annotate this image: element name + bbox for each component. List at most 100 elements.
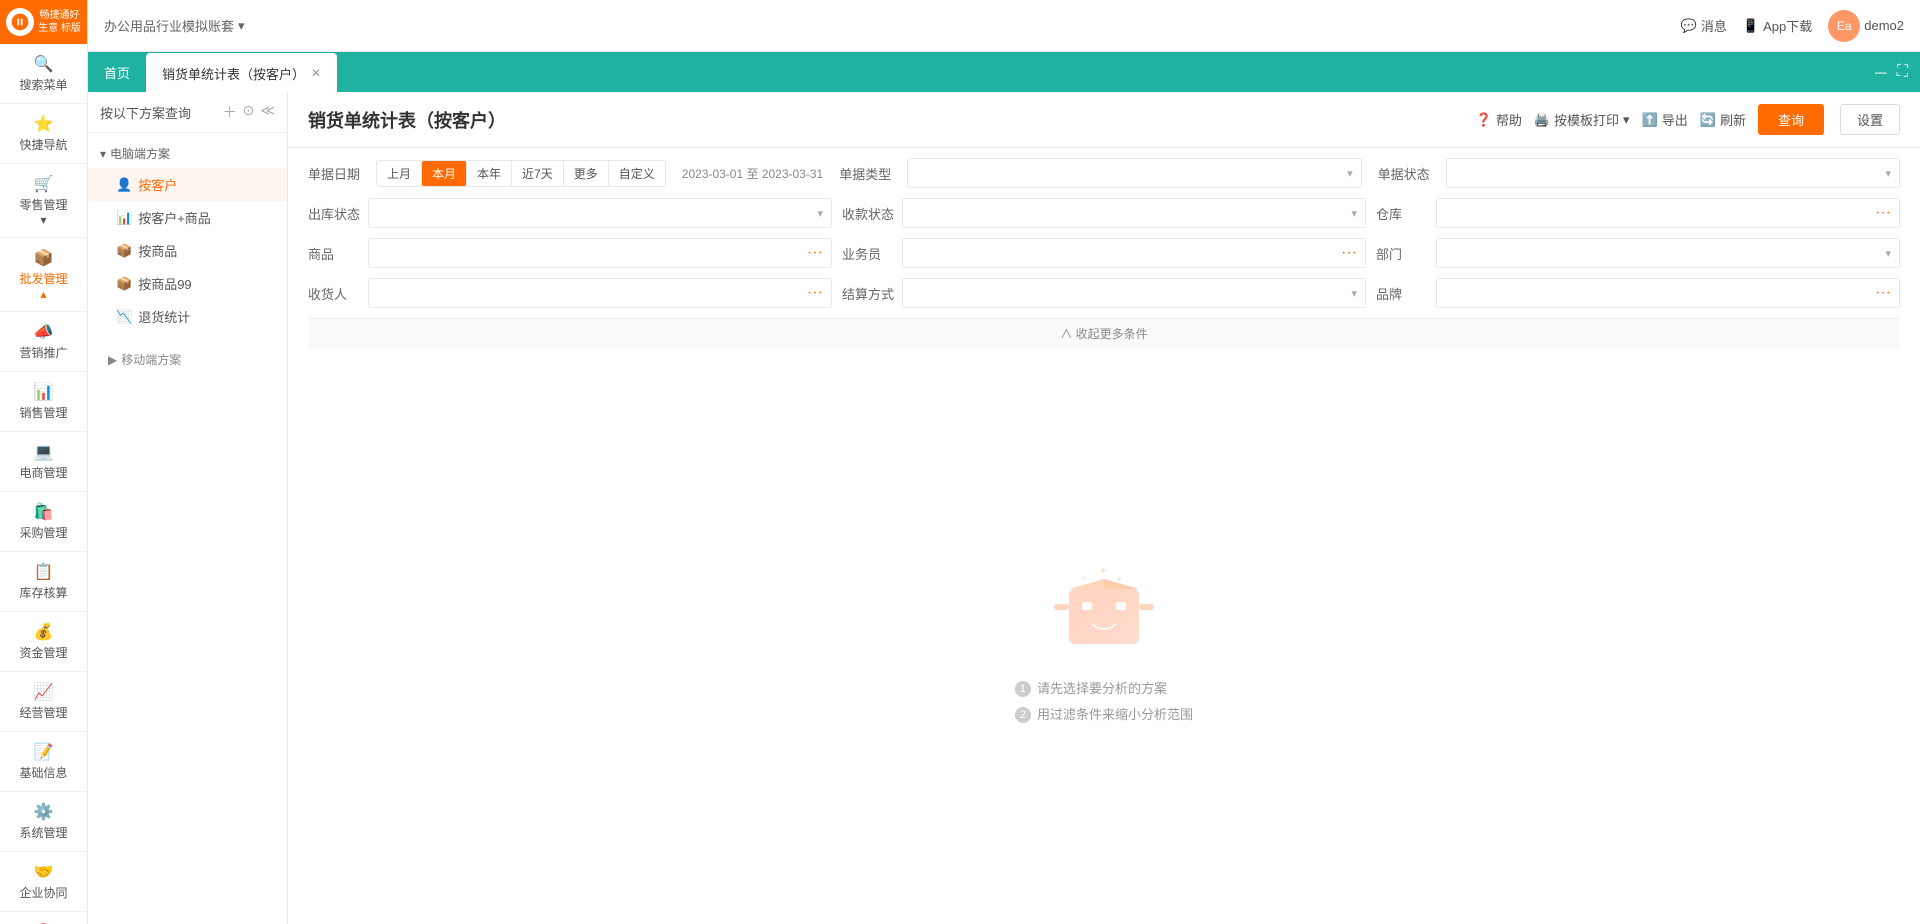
refresh-btn[interactable]: 🔄 刷新 [1700, 110, 1746, 129]
account-selector[interactable]: 办公用品行业模拟账套 ▾ [104, 16, 245, 35]
template-print-btn[interactable]: 🖨️ 按模板打印 ▾ [1534, 110, 1630, 129]
help-btn[interactable]: ❓ 帮助 [1476, 110, 1522, 129]
product-dots-icon: ··· [807, 244, 823, 262]
sidebar-item-sales[interactable]: 📊 销售管理 [0, 372, 87, 432]
sidebar-item-purchase[interactable]: 🛍️ 采购管理 [0, 492, 87, 552]
brand-filter[interactable]: ··· [1436, 278, 1900, 308]
salesman-dots-icon: ··· [1341, 244, 1357, 262]
content-area: 按以下方案查询 ＋ ⊙ ≪ ▾ 电脑端方案 👤 按客户 📊 [88, 92, 1920, 924]
collect-status-label: 收款状态 [842, 204, 902, 223]
sidebar-item-system[interactable]: ⚙️ 系统管理 [0, 792, 87, 852]
user-profile[interactable]: Ea demo2 [1828, 10, 1904, 42]
out-status-label: 出库状态 [308, 204, 368, 223]
sidebar-item-ops[interactable]: 📈 经营管理 [0, 672, 87, 732]
department-filter[interactable]: ▾ [1436, 238, 1900, 268]
out-status-filter[interactable]: ▾ [368, 198, 832, 228]
sidebar-item-guide[interactable]: 🎯 新手引导 [0, 912, 87, 924]
out-status-dropdown-icon: ▾ [817, 207, 823, 220]
right-panel: 销货单统计表（按客户） ❓ 帮助 🖨️ 按模板打印 ▾ ⬆️ [288, 92, 1920, 924]
tip-item-1: 1 请先选择要分析的方案 [1015, 676, 1193, 702]
sidebar-item-basic[interactable]: 📝 基础信息 [0, 732, 87, 792]
svg-text:✦: ✦ [1082, 575, 1087, 582]
collapse-filters-bar[interactable]: ∧ 收起更多条件 [308, 318, 1900, 348]
department-label: 部门 [1376, 244, 1436, 263]
doc-status-label: 单据状态 [1378, 164, 1438, 183]
return-icon: 📉 [116, 309, 132, 325]
doc-type-filter[interactable]: ▾ [907, 158, 1361, 188]
add-scheme-icon[interactable]: ＋ [223, 102, 237, 122]
left-panel: 按以下方案查询 ＋ ⊙ ≪ ▾ 电脑端方案 👤 按客户 📊 [88, 92, 288, 924]
doc-type-dropdown-icon: ▾ [1347, 167, 1353, 180]
customer-product-icon: 📊 [116, 210, 132, 226]
main-area: 办公用品行业模拟账套 ▾ 💬 消息 📱 App下载 Ea demo2 首页 销货… [88, 0, 1920, 924]
salesman-filter[interactable]: ··· [902, 238, 1366, 268]
left-panel-header: 按以下方案查询 ＋ ⊙ ≪ [88, 92, 287, 133]
sidebar-item-marketing[interactable]: 📣 营销推广 [0, 312, 87, 372]
tab-home[interactable]: 首页 [88, 52, 146, 92]
settings-scheme-icon[interactable]: ⊙ [243, 102, 255, 122]
mobile-group: ▶ 移动端方案 [88, 339, 287, 380]
sidebar-item-ecommerce[interactable]: 💻 电商管理 [0, 432, 87, 492]
date-btn-custom[interactable]: 自定义 [609, 161, 665, 186]
scheme-return-stat[interactable]: 📉 退货统计 [88, 300, 287, 333]
logo-text: 畅捷通好生意 标版 [38, 9, 81, 35]
dropdown-icon: ▾ [238, 18, 245, 34]
sidebar-item-wholesale[interactable]: 📦 批发管理 ▴ [0, 238, 87, 312]
salesman-label: 业务员 [842, 244, 902, 263]
sidebar-item-retail[interactable]: 🛒 零售管理 ▾ [0, 164, 87, 238]
date-btn-7days[interactable]: 近7天 [512, 161, 564, 186]
desktop-group-title[interactable]: ▾ 电脑端方案 [88, 139, 287, 168]
svg-text:✦: ✦ [1099, 566, 1107, 577]
group-arrow-right-icon: ▶ [108, 353, 117, 367]
sidebar-item-search[interactable]: 🔍 搜索菜单 [0, 44, 87, 104]
window-maximize-icon[interactable]: ⛶ [1897, 63, 1908, 81]
sidebar-item-collab[interactable]: 🤝 企业协同 [0, 852, 87, 912]
date-btn-this-month[interactable]: 本月 [422, 161, 467, 186]
tip-item-2: 2 用过滤条件来缩小分析范围 [1015, 702, 1193, 728]
refresh-icon: 🔄 [1700, 112, 1716, 128]
scheme-by-customer[interactable]: 👤 按客户 [88, 168, 287, 201]
sidebar-item-quick-nav[interactable]: ⭐ 快捷导航 [0, 104, 87, 164]
scheme-customer-product[interactable]: 📊 按客户+商品 [88, 201, 287, 234]
product-label: 商品 [308, 244, 368, 263]
tab-sales-stat[interactable]: 销货单统计表（按客户） ✕ [146, 53, 337, 93]
logo-area: 畅捷通好生意 标版 [0, 0, 87, 44]
desktop-group: ▾ 电脑端方案 👤 按客户 📊 按客户+商品 📦 按商品 📦 按商品 [88, 133, 287, 339]
doc-status-filter[interactable]: ▾ [1446, 158, 1900, 188]
scheme-product-99[interactable]: 📦 按商品99 [88, 267, 287, 300]
sidebar-item-inventory[interactable]: 📋 库存核算 [0, 552, 87, 612]
empty-illustration: ✦ ✦ ✦ [1044, 544, 1164, 664]
settle-method-label: 结算方式 [842, 284, 902, 303]
settle-method-filter[interactable]: ▾ [902, 278, 1366, 308]
collect-status-filter[interactable]: ▾ [902, 198, 1366, 228]
window-minimize-icon[interactable]: － [1873, 60, 1889, 84]
receiver-filter[interactable]: ··· [368, 278, 832, 308]
receiver-dots-icon: ··· [807, 284, 823, 302]
sidebar-item-finance[interactable]: 💰 资金管理 [0, 612, 87, 672]
export-btn[interactable]: ⬆️ 导出 [1642, 110, 1688, 129]
messages-btn[interactable]: 💬 消息 [1681, 16, 1727, 35]
mobile-group-title[interactable]: ▶ 移动端方案 [88, 345, 287, 374]
filter-row-3: 商品 ··· 业务员 ··· 部门 [308, 238, 1900, 268]
query-button[interactable]: 查询 [1758, 104, 1824, 135]
filter-row-4: 收货人 ··· 结算方式 ▾ 品牌 [308, 278, 1900, 308]
scheme-by-product[interactable]: 📦 按商品 [88, 234, 287, 267]
date-btn-more[interactable]: 更多 [564, 161, 609, 186]
tab-close-icon[interactable]: ✕ [311, 67, 321, 79]
top-header: 办公用品行业模拟账套 ▾ 💬 消息 📱 App下载 Ea demo2 [88, 0, 1920, 52]
customer-icon: 👤 [116, 177, 132, 193]
app-download-btn[interactable]: 📱 App下载 [1743, 16, 1812, 35]
date-btn-last-month[interactable]: 上月 [377, 161, 422, 186]
header-right: 💬 消息 📱 App下载 Ea demo2 [1681, 10, 1904, 42]
warehouse-filter[interactable]: ··· [1436, 198, 1900, 228]
receiver-label: 收货人 [308, 284, 368, 303]
export-icon: ⬆️ [1642, 112, 1658, 128]
date-btn-this-year[interactable]: 本年 [467, 161, 512, 186]
settings-button[interactable]: 设置 [1840, 104, 1900, 135]
product-99-icon: 📦 [116, 276, 132, 292]
product-filter[interactable]: ··· [368, 238, 832, 268]
warehouse-dots-icon: ··· [1875, 204, 1891, 222]
date-filter-buttons: 上月 本月 本年 近7天 更多 自定义 [376, 160, 666, 187]
collapse-panel-icon[interactable]: ≪ [260, 102, 275, 122]
header-left: 办公用品行业模拟账套 ▾ [104, 16, 245, 35]
